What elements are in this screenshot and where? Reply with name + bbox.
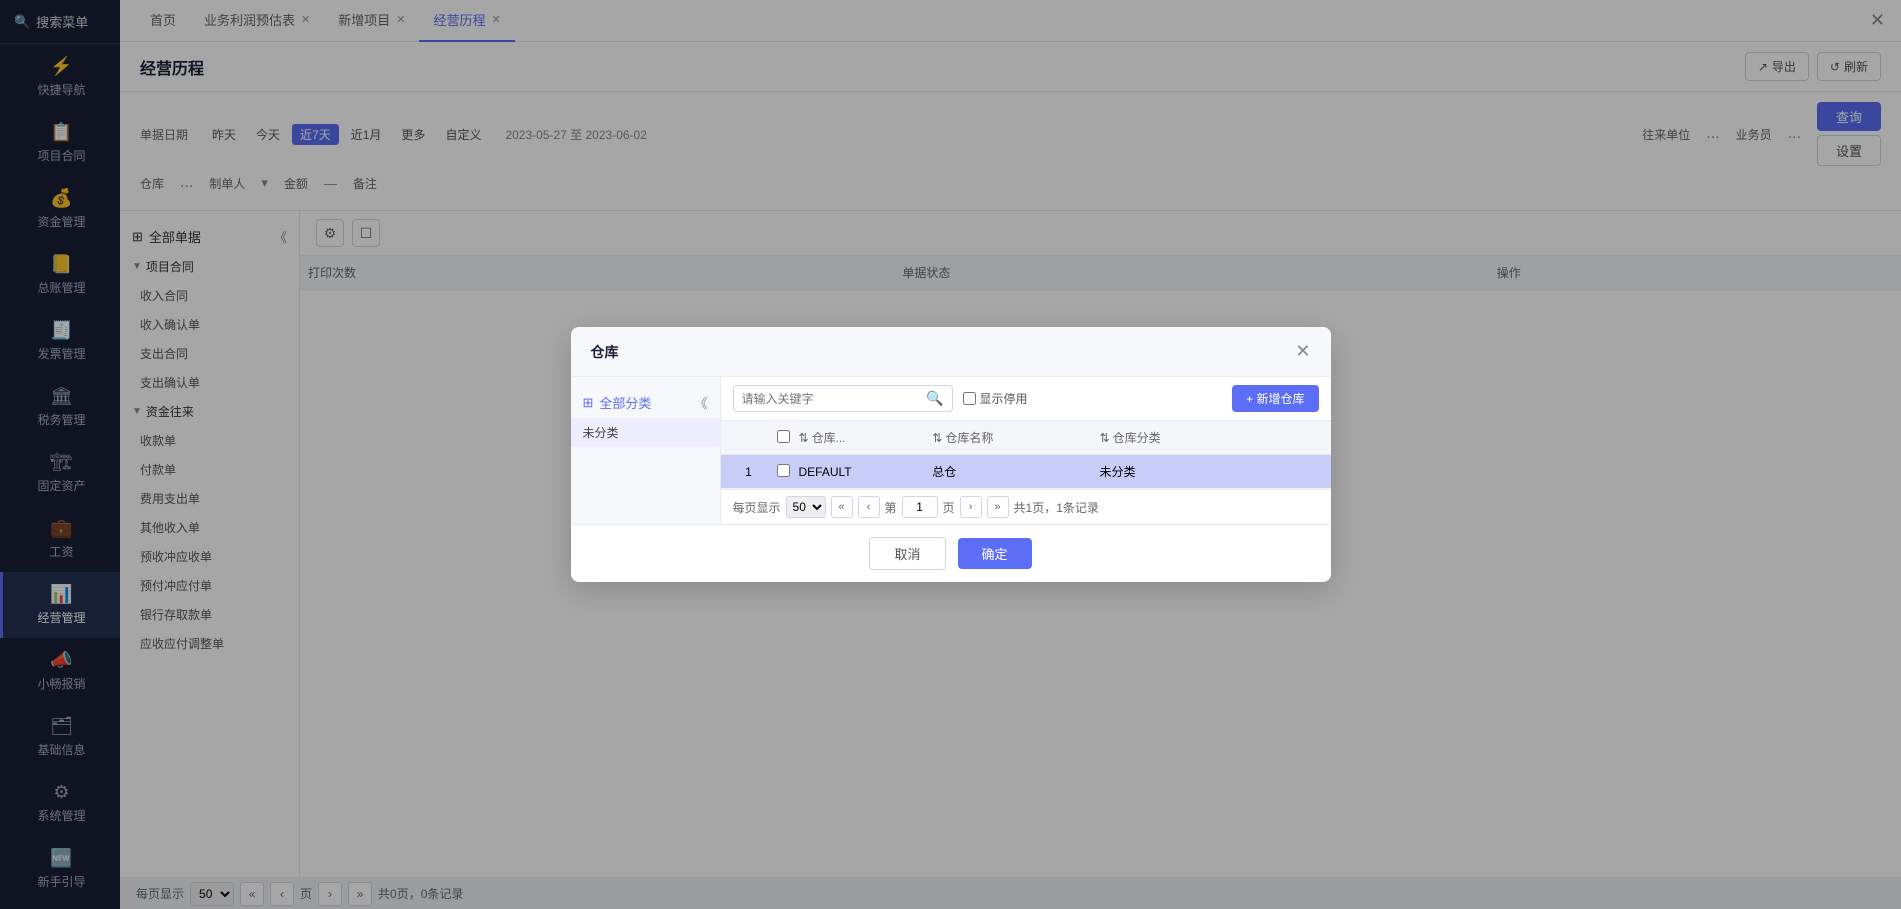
col-check-header <box>769 430 799 446</box>
collapse-left-icon[interactable]: 《 <box>694 393 707 412</box>
modal-overlay: 仓库 ✕ ⊞ 全部分类 《 未分类 🔍 <box>0 0 1901 909</box>
show-disabled-checkbox[interactable]: 显示停用 <box>963 390 1028 407</box>
row-code: DEFAULT <box>799 465 933 479</box>
row-name: 总仓 <box>932 463 1099 480</box>
warehouse-dialog: 仓库 ✕ ⊞ 全部分类 《 未分类 🔍 <box>571 327 1331 582</box>
dialog-table-header: ⇅ 仓库... ⇅ 仓库名称 ⇅ 仓库分类 <box>721 421 1331 455</box>
dialog-table-body: 1 DEFAULT 总仓 未分类 <box>721 455 1331 489</box>
dialog-page-label: 页 <box>943 499 955 516</box>
dialog-title: 仓库 <box>591 342 619 362</box>
show-disabled-label: 显示停用 <box>980 390 1028 407</box>
confirm-button[interactable]: 确定 <box>958 538 1032 569</box>
dialog-pagination: 每页显示 50 « ‹ 第 页 › » 共1页，1条记录 <box>733 496 1099 518</box>
search-icon: 🔍 <box>926 390 943 407</box>
col-code-header: ⇅ 仓库... <box>799 429 933 446</box>
dialog-page-size-select[interactable]: 50 <box>786 496 826 518</box>
dialog-toolbar: 🔍 显示停用 + 新增仓库 <box>721 377 1331 421</box>
row-checkbox[interactable] <box>777 464 790 477</box>
dialog-body: ⊞ 全部分类 《 未分类 🔍 显示停用 <box>571 377 1331 524</box>
sort-icon[interactable]: ⇅ <box>799 431 809 445</box>
table-row[interactable]: 1 DEFAULT 总仓 未分类 <box>721 455 1331 489</box>
grid-icon: ⊞ <box>583 395 594 411</box>
dialog-total-label: 共1页，1条记录 <box>1014 499 1099 516</box>
col-category-header: ⇅ 仓库分类 <box>1100 429 1323 446</box>
dialog-prev-page[interactable]: ‹ <box>858 496 880 518</box>
dialog-page-input[interactable] <box>902 496 938 518</box>
dialog-page-size-label: 每页显示 <box>733 499 781 516</box>
dialog-next-page[interactable]: › <box>960 496 982 518</box>
row-no: 1 <box>729 465 769 479</box>
dialog-footer-bar: 每页显示 50 « ‹ 第 页 › » 共1页，1条记录 <box>721 489 1331 524</box>
select-all-checkbox[interactable] <box>777 430 790 443</box>
sort-icon[interactable]: ⇅ <box>932 431 942 445</box>
row-category: 未分类 <box>1100 463 1323 480</box>
cancel-button[interactable]: 取消 <box>869 537 945 570</box>
dialog-page-word: 第 <box>885 499 897 516</box>
show-disabled-input[interactable] <box>963 392 976 405</box>
dialog-first-page[interactable]: « <box>831 496 853 518</box>
dialog-uncategorized[interactable]: 未分类 <box>571 418 720 447</box>
dialog-left-panel: ⊞ 全部分类 《 未分类 <box>571 377 721 524</box>
add-warehouse-button[interactable]: + 新增仓库 <box>1232 385 1318 412</box>
dialog-actions: 取消 确定 <box>571 524 1331 582</box>
sort-icon[interactable]: ⇅ <box>1100 431 1110 445</box>
dialog-all-category[interactable]: ⊞ 全部分类 《 <box>571 387 720 418</box>
dialog-last-page[interactable]: » <box>987 496 1009 518</box>
dialog-search-box[interactable]: 🔍 <box>733 385 953 412</box>
col-name-header: ⇅ 仓库名称 <box>932 429 1099 446</box>
dialog-all-label: 全部分类 <box>599 393 651 412</box>
row-check[interactable] <box>769 464 799 480</box>
dialog-search-input[interactable] <box>742 392 927 406</box>
dialog-header: 仓库 ✕ <box>571 327 1331 377</box>
dialog-right-panel: 🔍 显示停用 + 新增仓库 ⇅ 仓库... <box>721 377 1331 524</box>
dialog-close-button[interactable]: ✕ <box>1295 341 1310 362</box>
